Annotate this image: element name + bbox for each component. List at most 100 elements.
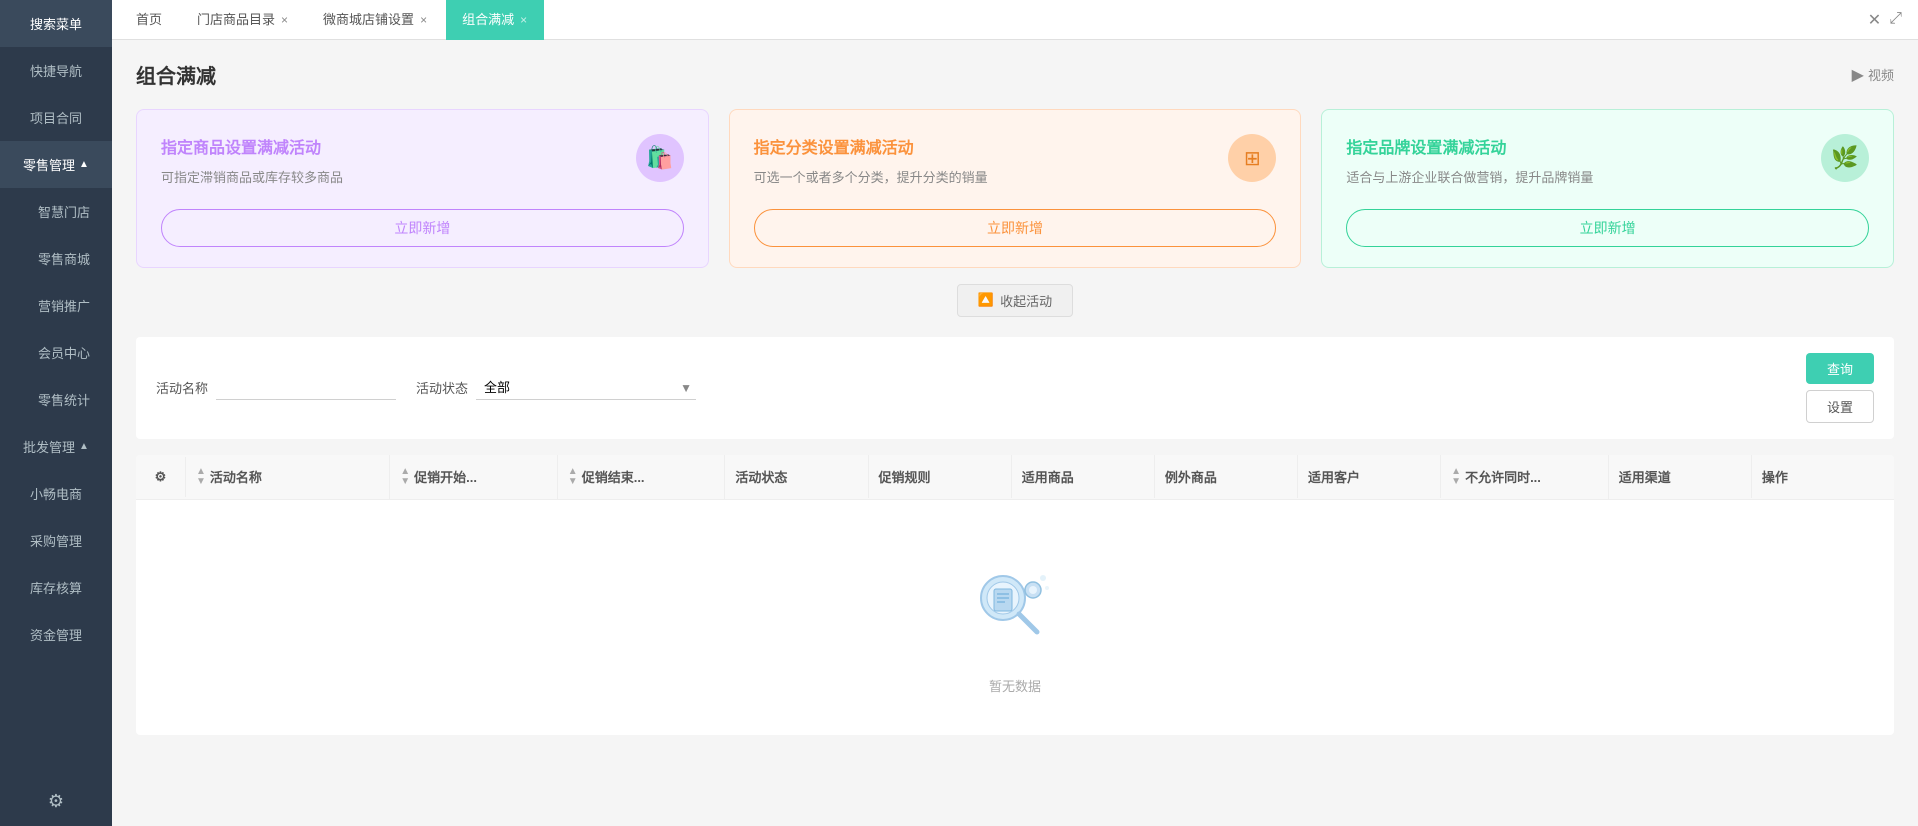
tab-combo-discount-close[interactable]: × <box>520 0 527 40</box>
th-start-label: 促销开始... <box>414 467 477 486</box>
page-header: 组合满减 ▶ 视频 <box>136 60 1894 89</box>
tabbar: 首页 门店商品目录 × 微商城店铺设置 × 组合满减 × ✕ ⤢ <box>112 0 1918 40</box>
member-label: 会员中心 <box>38 346 90 361</box>
filter-bar: 活动名称 活动状态 全部 未开始 进行中 已结束 已禁用 ▼ 查询 <box>136 337 1894 439</box>
th-exclude-label: 例外商品 <box>1165 467 1217 486</box>
th-concurrent: ▲▼ 不允许同时... <box>1441 455 1609 499</box>
sidebar-item-inventory[interactable]: 库存核算 <box>0 564 112 611</box>
sidebar-item-search[interactable]: 搜索菜单 <box>0 0 112 47</box>
category-card-add-btn[interactable]: 立即新增 <box>754 209 1277 247</box>
th-goods: 适用商品 <box>1012 455 1155 498</box>
tab-combo-discount[interactable]: 组合满减 × <box>446 0 544 40</box>
sort-icon-start[interactable]: ▲▼ <box>400 467 410 487</box>
filter-status: 活动状态 全部 未开始 进行中 已结束 已禁用 ▼ <box>416 376 696 400</box>
empty-text: 暂无数据 <box>989 676 1041 695</box>
sort-icon-concurrent[interactable]: ▲▼ <box>1451 467 1461 487</box>
sidebar-item-retailstats[interactable]: 零售统计 <box>0 376 112 423</box>
activity-card-brand: 🌿 指定品牌设置满减活动 适合与上游企业联合做营销，提升品牌销量 立即新增 <box>1321 109 1894 268</box>
retailstats-label: 零售统计 <box>38 393 90 408</box>
th-goods-label: 适用商品 <box>1022 467 1074 486</box>
sidebar-item-contract[interactable]: 项目合同 <box>0 94 112 141</box>
tab-product-catalog-close[interactable]: × <box>281 0 288 40</box>
sidebar-item-purchase[interactable]: 采购管理 <box>0 517 112 564</box>
tab-wechat-store[interactable]: 微商城店铺设置 × <box>307 0 444 40</box>
page-title: 组合满减 <box>136 60 216 89</box>
video-link[interactable]: ▶ 视频 <box>1852 65 1894 85</box>
window-expand-icon[interactable]: ⤢ <box>1889 10 1902 30</box>
filter-status-wrap: 全部 未开始 进行中 已结束 已禁用 ▼ <box>476 376 696 400</box>
th-status-label: 活动状态 <box>735 467 787 486</box>
sidebar-item-member[interactable]: 会员中心 <box>0 329 112 376</box>
gear-icon[interactable]: ⚙ <box>48 791 64 811</box>
brand-card-icon: 🌿 <box>1821 134 1869 182</box>
sidebar-item-smartstore[interactable]: 智慧门店 <box>0 188 112 235</box>
main-area: 首页 门店商品目录 × 微商城店铺设置 × 组合满减 × ✕ ⤢ 组合满减 ▶ … <box>112 0 1918 826</box>
filter-name-input[interactable] <box>216 376 396 400</box>
product-card-title: 指定商品设置满减活动 <box>161 134 684 158</box>
window-close-icon[interactable]: ✕ <box>1868 10 1881 30</box>
th-channel-label: 适用渠道 <box>1619 467 1671 486</box>
empty-illustration <box>965 560 1065 660</box>
marketing-label: 营销推广 <box>38 299 90 314</box>
contract-label: 项目合同 <box>30 111 82 126</box>
filter-status-label: 活动状态 <box>416 378 468 397</box>
filter-status-select[interactable]: 全部 未开始 进行中 已结束 已禁用 <box>476 376 696 400</box>
tab-home-label: 首页 <box>136 0 162 40</box>
brand-card-desc: 适合与上游企业联合做营销，提升品牌销量 <box>1346 168 1869 189</box>
tab-wechat-store-close[interactable]: × <box>420 0 427 40</box>
search-menu-label: 搜索菜单 <box>30 17 82 32</box>
tab-product-catalog-label: 门店商品目录 <box>197 0 275 40</box>
sidebar-item-retailmall[interactable]: 零售商城 <box>0 235 112 282</box>
tab-wechat-store-label: 微商城店铺设置 <box>323 0 414 40</box>
finance-label: 资金管理 <box>30 628 82 643</box>
sidebar-item-quicknav[interactable]: 快捷导航 <box>0 47 112 94</box>
data-table: ⚙ ▲▼ 活动名称 ▲▼ 促销开始... ▲▼ 促销结束... 活动状态 <box>136 455 1894 735</box>
sidebar-item-finance[interactable]: 资金管理 <box>0 611 112 658</box>
filter-name: 活动名称 <box>156 376 396 400</box>
sidebar-bottom: ⚙ <box>0 777 112 826</box>
ecommerce-label: 小畅电商 <box>30 487 82 502</box>
category-card-icon: ⊞ <box>1228 134 1276 182</box>
th-activity-name-label: 活动名称 <box>210 467 262 486</box>
category-card-desc: 可选一个或者多个分类，提升分类的销量 <box>754 168 1277 189</box>
th-rule: 促销规则 <box>869 455 1012 498</box>
product-card-add-btn[interactable]: 立即新增 <box>161 209 684 247</box>
product-card-icon: 🛍️ <box>636 134 684 182</box>
table-header: ⚙ ▲▼ 活动名称 ▲▼ 促销开始... ▲▼ 促销结束... 活动状态 <box>136 455 1894 500</box>
settings-button[interactable]: 设置 <box>1806 390 1874 423</box>
th-rule-label: 促销规则 <box>879 467 931 486</box>
th-action: 操作 <box>1752 455 1894 498</box>
tab-product-catalog[interactable]: 门店商品目录 × <box>181 0 305 40</box>
th-end: ▲▼ 促销结束... <box>558 455 726 499</box>
sort-icon-name[interactable]: ▲▼ <box>196 467 206 487</box>
gear-settings-icon: ⚙ <box>155 469 167 485</box>
sidebar-item-wholesale[interactable]: 批发管理 <box>0 423 112 470</box>
empty-state: 暂无数据 <box>136 500 1894 735</box>
chevron-up-icon: 🔼 <box>978 292 994 308</box>
brand-card-add-btn[interactable]: 立即新增 <box>1346 209 1869 247</box>
sort-icon-end[interactable]: ▲▼ <box>568 467 578 487</box>
sidebar-item-ecommerce[interactable]: 小畅电商 <box>0 470 112 517</box>
purchase-label: 采购管理 <box>30 534 82 549</box>
retailmall-label: 零售商城 <box>38 252 90 267</box>
tabbar-controls: ✕ ⤢ <box>1868 10 1910 30</box>
collapse-btn[interactable]: 🔼 收起活动 <box>957 284 1073 317</box>
th-end-label: 促销结束... <box>582 467 645 486</box>
collapse-label: 收起活动 <box>1000 291 1052 310</box>
query-button[interactable]: 查询 <box>1806 353 1874 384</box>
th-gear[interactable]: ⚙ <box>136 457 186 497</box>
sidebar-item-marketing[interactable]: 营销推广 <box>0 282 112 329</box>
sidebar-item-retail[interactable]: 零售管理 <box>0 141 112 188</box>
sidebar: 搜索菜单 快捷导航 项目合同 零售管理 智慧门店 零售商城 营销推广 会员中心 … <box>0 0 112 826</box>
th-channel: 适用渠道 <box>1609 455 1752 498</box>
activity-card-category: ⊞ 指定分类设置满减活动 可选一个或者多个分类，提升分类的销量 立即新增 <box>729 109 1302 268</box>
th-activity-name: ▲▼ 活动名称 <box>186 455 390 499</box>
quicknav-label: 快捷导航 <box>30 64 82 79</box>
tab-home[interactable]: 首页 <box>120 0 179 40</box>
filter-name-label: 活动名称 <box>156 378 208 397</box>
th-customer: 适用客户 <box>1298 455 1441 498</box>
th-concurrent-label: 不允许同时... <box>1465 467 1541 486</box>
activity-card-product: 🛍️ 指定商品设置满减活动 可指定滞销商品或库存较多商品 立即新增 <box>136 109 709 268</box>
category-card-title: 指定分类设置满减活动 <box>754 134 1277 158</box>
retail-label: 零售管理 <box>23 155 75 174</box>
